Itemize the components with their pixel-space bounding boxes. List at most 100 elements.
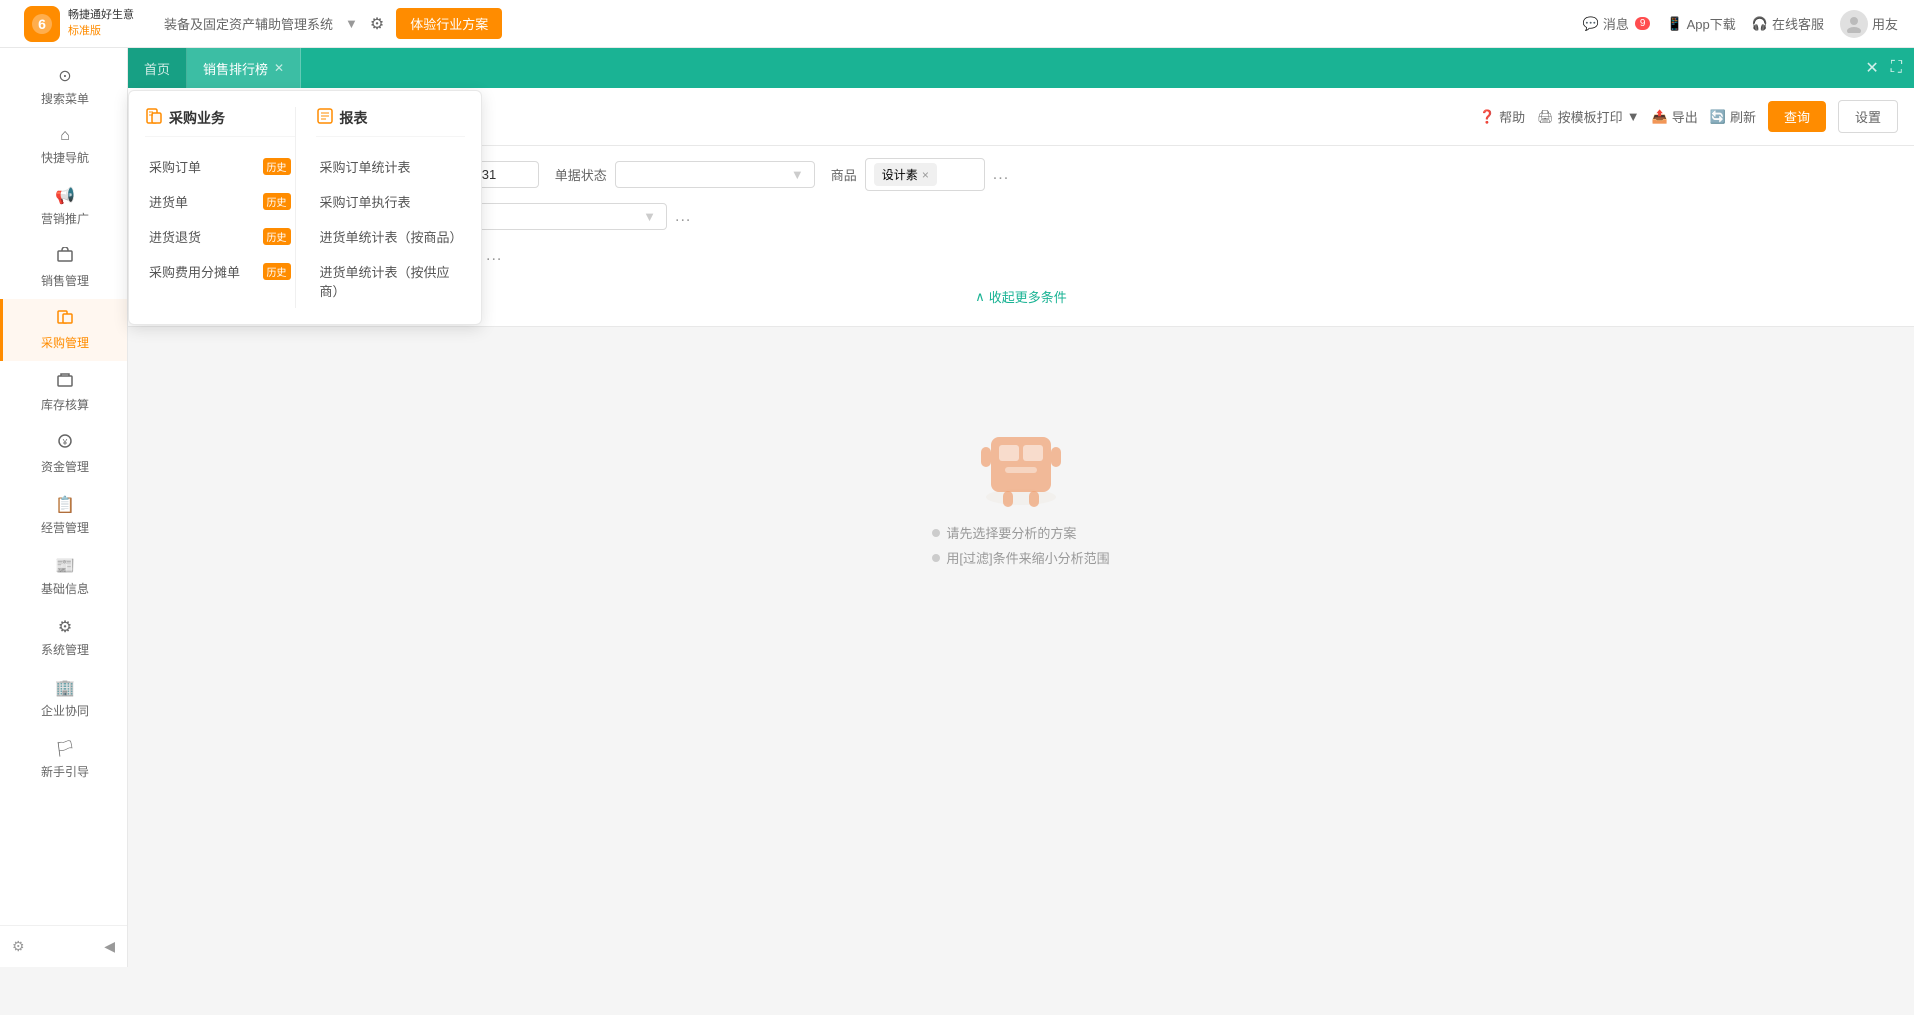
- refresh-btn[interactable]: 🔄 刷新: [1710, 107, 1756, 126]
- dropdown-item-inbound-stats-supplier[interactable]: 进货单统计表（按供应商）: [316, 254, 466, 308]
- goods-tag: 设计素 ×: [874, 163, 937, 186]
- dropdown-item-purchase-expense[interactable]: 采购费用分摊单 历史: [145, 254, 295, 289]
- sidebar-item-newbie[interactable]: 🏳 新手引导: [0, 729, 127, 790]
- print-icon: 🖨: [1537, 109, 1554, 125]
- tab-bar-controls: ✕ ⛶: [1861, 54, 1914, 82]
- print-btn[interactable]: 🖨 按模板打印 ▼: [1537, 107, 1639, 126]
- help-btn[interactable]: ❓ 帮助: [1479, 107, 1525, 126]
- inventory-icon: [57, 371, 73, 392]
- doc-status-filter: 单据状态 ▼: [555, 161, 815, 188]
- sidebar-nav: ⊙ 搜索菜单 ⌂ 快捷导航 📢 营销推广 销售管理 采购管理 库: [0, 48, 127, 925]
- empty-robot-svg: [961, 407, 1081, 507]
- tab-bar: 首页 销售排行榜 ✕ ✕ ⛶: [128, 48, 1914, 88]
- system-title: 装备及固定资产辅助管理系统: [164, 14, 333, 33]
- sidebar-item-finance[interactable]: ¥ 资金管理: [0, 423, 127, 485]
- report-section: 报表 采购订单统计表 采购订单执行表 进货单统计表（按商品） 进货单统计表（按供…: [295, 107, 466, 308]
- header-settings-btn[interactable]: ⚙: [370, 14, 384, 34]
- sidebar-item-enterprise[interactable]: 🏢 企业协同: [0, 668, 127, 729]
- message-icon: 💬: [1583, 16, 1599, 32]
- goods-tag-remove[interactable]: ×: [922, 168, 929, 182]
- header-dropdown-btn[interactable]: ▼: [345, 16, 358, 31]
- svg-text:6: 6: [38, 16, 46, 32]
- sidebar-item-sales[interactable]: 销售管理: [0, 237, 127, 299]
- export-btn[interactable]: 📤 导出: [1652, 107, 1698, 126]
- help-icon: ❓: [1479, 109, 1495, 125]
- marketing-icon: 📢: [55, 186, 75, 206]
- tab-expand-btn[interactable]: ⛶: [1887, 55, 1906, 81]
- print-dropdown-icon: ▼: [1627, 109, 1640, 124]
- history-badge-2: 历史: [263, 228, 291, 245]
- sidebar-item-system[interactable]: ⚙ 系统管理: [0, 607, 127, 668]
- salesperson-more-btn[interactable]: ...: [675, 208, 691, 226]
- collapse-icon: ∧: [975, 289, 985, 305]
- home-icon: ⌂: [60, 127, 70, 145]
- search-icon: ⊙: [58, 66, 71, 86]
- sidebar: ⊙ 搜索菜单 ⌂ 快捷导航 📢 营销推广 销售管理 采购管理 库: [0, 0, 128, 967]
- empty-state: 请先选择要分析的方案 用[过滤]条件来缩小分析范围: [128, 327, 1914, 653]
- empty-text: 请先选择要分析的方案 用[过滤]条件来缩小分析范围: [932, 523, 1109, 573]
- sidebar-item-marketing[interactable]: 📢 营销推广: [0, 176, 127, 237]
- settings-btn[interactable]: 设置: [1838, 100, 1898, 133]
- collapse-btn[interactable]: ∧ 收起更多条件: [967, 279, 1075, 314]
- goods-more-btn[interactable]: ...: [993, 166, 1009, 184]
- system-icon: ⚙: [58, 617, 72, 637]
- dropdown-item-return[interactable]: 进货退货 历史: [145, 219, 295, 254]
- sidebar-item-purchase[interactable]: 采购管理: [0, 299, 127, 361]
- doc-status-select[interactable]: ▼: [615, 161, 815, 188]
- purchase-section-icon: [145, 107, 163, 128]
- basic-info-icon: 📰: [55, 556, 75, 576]
- goods-input-area[interactable]: 设计素 ×: [865, 158, 985, 191]
- query-btn[interactable]: 查询: [1768, 101, 1826, 132]
- dropdown-item-order-exec[interactable]: 采购订单执行表: [316, 184, 466, 219]
- sidebar-footer: ⚙ ◀: [0, 925, 127, 967]
- tab-sales-rank[interactable]: 销售排行榜 ✕: [187, 48, 301, 88]
- message-btn[interactable]: 💬 消息 9: [1583, 14, 1651, 33]
- dropdown-item-order-stats[interactable]: 采购订单统计表: [316, 149, 466, 184]
- enterprise-icon: 🏢: [55, 678, 75, 698]
- dropdown-item-inbound-stats-goods[interactable]: 进货单统计表（按商品）: [316, 219, 466, 254]
- headset-icon: 🎧: [1752, 16, 1768, 32]
- history-badge-1: 历史: [263, 193, 291, 210]
- dropdown-item-inbound[interactable]: 进货单 历史: [145, 184, 295, 219]
- purchase-section: 采购业务 采购订单 历史 进货单 历史 进货退货 历史 采购费用分摊单 历史: [145, 107, 295, 308]
- sidebar-item-basic-info[interactable]: 📰 基础信息: [0, 546, 127, 607]
- doc-status-arrow: ▼: [791, 167, 804, 182]
- salesperson-select[interactable]: ▼: [467, 203, 667, 230]
- sidebar-item-inventory[interactable]: 库存核算: [0, 361, 127, 423]
- operations-icon: 📋: [55, 495, 75, 515]
- online-service-btn[interactable]: 🎧 在线客服: [1752, 14, 1824, 33]
- purchase-icon: [57, 309, 73, 330]
- sidebar-settings-btn[interactable]: ⚙: [12, 938, 25, 955]
- header: 6 畅捷通好生意 标准版 装备及固定资产辅助管理系统 ▼ ⚙ 体验行业方案 💬 …: [0, 0, 1914, 48]
- header-right: 💬 消息 9 📱 App下载 🎧 在线客服 用友: [1583, 10, 1898, 38]
- dropdown-item-purchase-order[interactable]: 采购订单 历史: [145, 149, 295, 184]
- export-icon: 📤: [1652, 109, 1668, 125]
- tab-close-all-btn[interactable]: ✕: [1861, 54, 1882, 82]
- tab-close-btn[interactable]: ✕: [274, 61, 284, 75]
- sidebar-item-operations[interactable]: 📋 经营管理: [0, 485, 127, 546]
- goods-filter: 商品 设计素 × ...: [831, 158, 1009, 191]
- user-label: 用友: [1872, 14, 1898, 33]
- salesperson-arrow: ▼: [643, 209, 656, 224]
- report-section-icon: [316, 107, 334, 128]
- newbie-icon: 🏳: [55, 739, 75, 759]
- svg-text:¥: ¥: [62, 438, 68, 447]
- sales-icon: [57, 247, 73, 268]
- logo-area: 6 畅捷通好生意 标准版: [16, 6, 144, 42]
- message-badge: 9: [1635, 17, 1651, 30]
- phone-icon: 📱: [1666, 16, 1682, 32]
- hint-dot-2: [932, 554, 940, 562]
- sidebar-item-search[interactable]: ⊙ 搜索菜单: [0, 56, 127, 117]
- history-badge-0: 历史: [263, 158, 291, 175]
- empty-illustration: [961, 407, 1081, 507]
- user-menu-btn[interactable]: 用友: [1840, 10, 1898, 38]
- report-section-title: 报表: [316, 107, 466, 137]
- user-avatar: [1840, 10, 1868, 38]
- sidebar-collapse-btn[interactable]: ◀: [104, 938, 115, 955]
- hint-dot-1: [932, 529, 940, 537]
- industry-btn[interactable]: 体验行业方案: [396, 8, 502, 39]
- tab-home[interactable]: 首页: [128, 48, 187, 88]
- sidebar-item-quick-nav[interactable]: ⌂ 快捷导航: [0, 117, 127, 176]
- customer-more-btn[interactable]: ...: [486, 247, 502, 265]
- app-download-btn[interactable]: 📱 App下载: [1666, 14, 1735, 33]
